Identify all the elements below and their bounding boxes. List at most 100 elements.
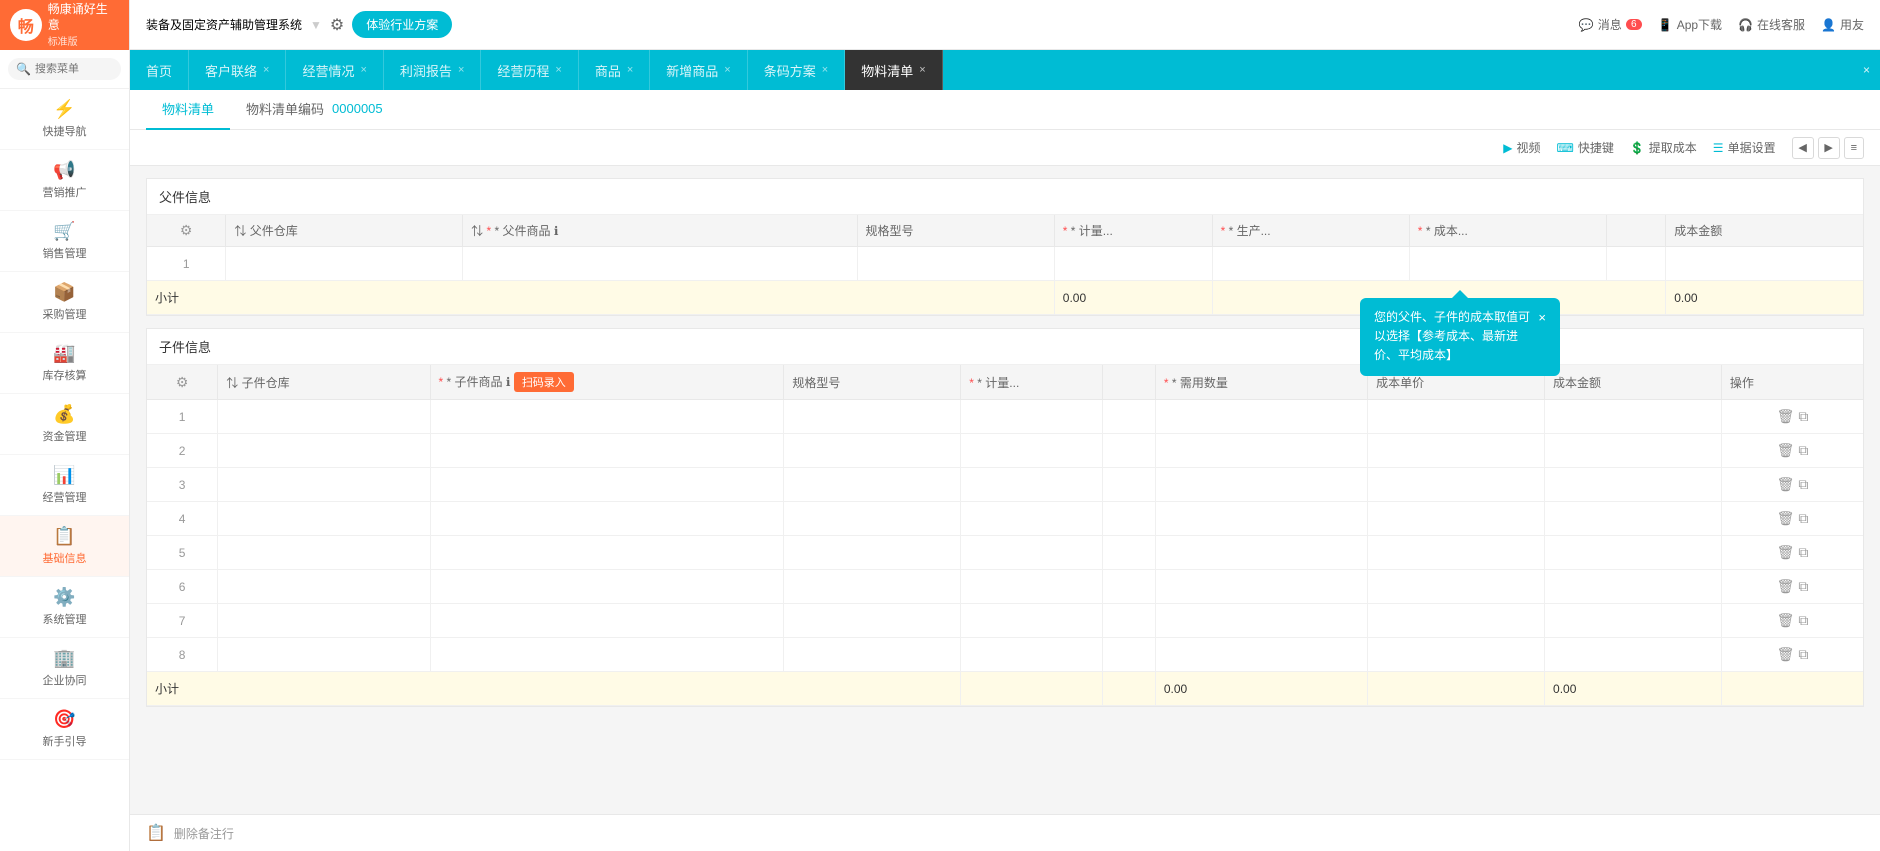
child-spec-cell[interactable] <box>784 502 961 536</box>
child-unit-cell[interactable] <box>961 434 1103 468</box>
tab-customer[interactable]: 客户联络 × <box>189 50 286 90</box>
sidebar-item-operation[interactable]: 📊 经营管理 <box>0 455 129 516</box>
sidebar-item-quick-nav[interactable]: ⚡ 快捷导航 <box>0 89 129 150</box>
child-unit-cell[interactable] <box>961 638 1103 672</box>
parent-gear-icon[interactable]: ⚙ <box>180 222 193 238</box>
tab-close-icon[interactable]: × <box>360 64 366 76</box>
copy-row-btn[interactable]: ⧉ <box>1798 578 1808 595</box>
tab-operation-status[interactable]: 经营情况 × <box>286 50 383 90</box>
delete-row-btn[interactable]: 🗑 <box>1777 578 1795 595</box>
scan-button[interactable]: 扫码录入 <box>514 372 574 392</box>
delete-row-btn[interactable]: 🗑 <box>1777 544 1795 561</box>
child-unit-cell[interactable] <box>961 536 1103 570</box>
parent-unit-cell[interactable] <box>1054 247 1212 281</box>
sidebar-item-purchase[interactable]: 📦 采购管理 <box>0 272 129 333</box>
child-qty-cell[interactable] <box>1155 604 1367 638</box>
delete-row-btn[interactable]: 🗑 <box>1777 408 1795 425</box>
child-product-cell[interactable] <box>430 570 784 604</box>
nav-next-btn[interactable]: ▶ <box>1818 137 1840 159</box>
child-product-cell[interactable] <box>430 638 784 672</box>
copy-row-btn[interactable]: ⧉ <box>1798 612 1808 629</box>
child-unit-cell[interactable] <box>961 400 1103 434</box>
child-product-cell[interactable] <box>430 536 784 570</box>
child-product-cell[interactable] <box>430 400 784 434</box>
trial-button[interactable]: 体验行业方案 <box>352 11 452 38</box>
copy-row-btn[interactable]: ⧉ <box>1798 476 1808 493</box>
tab-close-icon[interactable]: × <box>458 64 464 76</box>
delete-row-btn[interactable]: 🗑 <box>1777 476 1795 493</box>
sub-tab-bom-code[interactable]: 物料清单编码 0000005 <box>230 90 399 130</box>
parent-spec-cell[interactable] <box>857 247 1054 281</box>
parent-cost-cell[interactable] <box>1409 247 1606 281</box>
child-qty-cell[interactable] <box>1155 502 1367 536</box>
child-unit-cell[interactable] <box>961 604 1103 638</box>
child-warehouse-cell[interactable] <box>218 570 430 604</box>
copy-row-btn[interactable]: ⧉ <box>1798 442 1808 459</box>
shortcut-btn[interactable]: ⌨ 快捷键 <box>1556 139 1613 156</box>
child-warehouse-cell[interactable] <box>218 604 430 638</box>
sidebar-item-basic[interactable]: 📋 基础信息 <box>0 516 129 577</box>
sub-tab-bom-list[interactable]: 物料清单 <box>146 90 230 130</box>
sidebar-item-inventory[interactable]: 🏭 库存核算 <box>0 333 129 394</box>
tooltip-close-btn[interactable]: × <box>1538 308 1546 329</box>
video-btn[interactable]: ▶ 视频 <box>1503 139 1540 156</box>
tab-close-icon[interactable]: × <box>724 64 730 76</box>
child-qty-cell[interactable] <box>1155 536 1367 570</box>
delete-row-btn[interactable]: 🗑 <box>1777 510 1795 527</box>
delete-row-btn[interactable]: 🗑 <box>1777 612 1795 629</box>
sidebar-item-marketing[interactable]: 📢 营销推广 <box>0 150 129 211</box>
copy-row-btn[interactable]: ⧉ <box>1798 510 1808 527</box>
tab-new-goods[interactable]: 新增商品 × <box>650 50 747 90</box>
child-warehouse-cell[interactable] <box>218 400 430 434</box>
tab-operation-history[interactable]: 经营历程 × <box>481 50 578 90</box>
user-action[interactable]: 👤 用友 <box>1821 16 1864 33</box>
search-input[interactable] <box>35 63 113 75</box>
child-unit-cell[interactable] <box>961 570 1103 604</box>
parent-product-cell[interactable] <box>463 247 857 281</box>
child-spec-cell[interactable] <box>784 638 961 672</box>
child-warehouse-cell[interactable] <box>218 536 430 570</box>
copy-row-btn[interactable]: ⧉ <box>1798 544 1808 561</box>
child-qty-cell[interactable] <box>1155 468 1367 502</box>
sidebar-item-system[interactable]: ⚙️ 系统管理 <box>0 577 129 638</box>
child-qty-cell[interactable] <box>1155 434 1367 468</box>
sidebar-item-finance[interactable]: 💰 资金管理 <box>0 394 129 455</box>
child-spec-cell[interactable] <box>784 468 961 502</box>
child-unit-cell[interactable] <box>961 468 1103 502</box>
single-setting-btn[interactable]: ☰ 单据设置 <box>1713 139 1776 156</box>
copy-row-btn[interactable]: ⧉ <box>1798 646 1808 663</box>
tab-close-icon[interactable]: × <box>627 64 633 76</box>
child-spec-cell[interactable] <box>784 536 961 570</box>
tab-close-icon[interactable]: × <box>919 64 925 76</box>
child-product-cell[interactable] <box>430 604 784 638</box>
child-gear-icon[interactable]: ⚙ <box>176 374 189 390</box>
child-spec-cell[interactable] <box>784 400 961 434</box>
parent-prod-cell[interactable] <box>1212 247 1409 281</box>
child-unit-cell[interactable] <box>961 502 1103 536</box>
tab-home[interactable]: 首页 <box>130 50 189 90</box>
tab-profit[interactable]: 利润报告 × <box>384 50 481 90</box>
nav-list-btn[interactable]: ≡ <box>1844 137 1864 159</box>
child-warehouse-cell[interactable] <box>218 502 430 536</box>
child-warehouse-cell[interactable] <box>218 434 430 468</box>
close-all-tabs[interactable]: × <box>1853 63 1880 77</box>
app-action[interactable]: 📱 App下载 <box>1658 16 1722 33</box>
child-warehouse-cell[interactable] <box>218 468 430 502</box>
tab-goods[interactable]: 商品 × <box>579 50 650 90</box>
message-action[interactable]: 💬 消息 6 <box>1579 16 1642 33</box>
copy-row-btn[interactable]: ⧉ <box>1798 408 1808 425</box>
settings-icon[interactable]: ⚙ <box>330 15 344 35</box>
sidebar-item-enterprise[interactable]: 🏢 企业协同 <box>0 638 129 699</box>
child-product-cell[interactable] <box>430 502 784 536</box>
delete-row-btn[interactable]: 🗑 <box>1777 646 1795 663</box>
tab-barcode[interactable]: 条码方案 × <box>748 50 845 90</box>
child-spec-cell[interactable] <box>784 434 961 468</box>
child-spec-cell[interactable] <box>784 604 961 638</box>
child-warehouse-cell[interactable] <box>218 638 430 672</box>
service-action[interactable]: 🎧 在线客服 <box>1738 16 1805 33</box>
sidebar-item-sales[interactable]: 🛒 销售管理 <box>0 211 129 272</box>
child-product-cell[interactable] <box>430 468 784 502</box>
nav-prev-btn[interactable]: ◀ <box>1792 137 1814 159</box>
tab-bom[interactable]: 物料清单 × <box>845 50 942 90</box>
tab-close-icon[interactable]: × <box>263 64 269 76</box>
